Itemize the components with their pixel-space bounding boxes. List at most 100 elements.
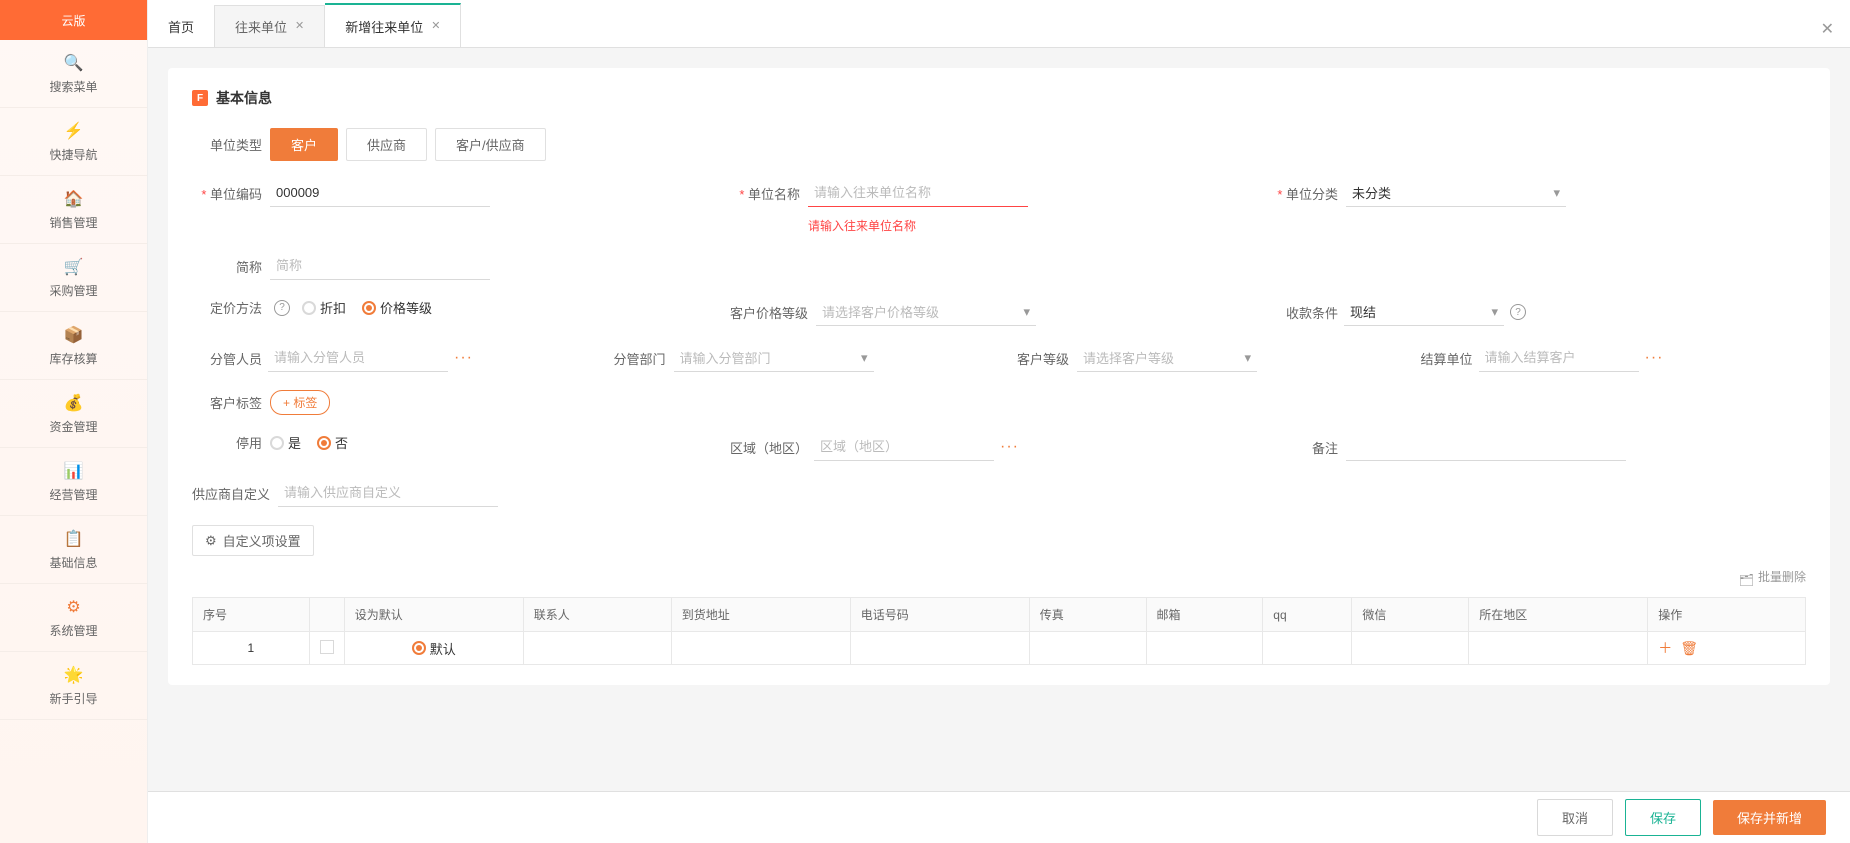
row-action: ＋ 🗑: [1648, 632, 1806, 665]
disabled-yes-radio[interactable]: 是: [270, 433, 301, 452]
sidebar-item-label: 系统管理: [49, 622, 97, 639]
tab-trading-units-label: 往来单位: [235, 17, 287, 36]
sales-icon: 🏠: [63, 188, 85, 210]
unit-type-customer-btn[interactable]: 客户: [270, 128, 338, 161]
customer-price-level-group: 客户价格等级 请选择客户价格等级 ▾: [730, 298, 1268, 326]
sidebar-item-newguide[interactable]: 🌟 新手引导: [0, 652, 147, 720]
sidebar-item-quicknav[interactable]: ⚡ 快捷导航: [0, 108, 147, 176]
row-checkbox[interactable]: [320, 640, 334, 654]
add-row-icon[interactable]: ＋: [1658, 638, 1672, 658]
manager-more-btn[interactable]: ···: [454, 349, 473, 367]
settlement-unit-label: 结算单位: [1403, 349, 1473, 368]
close-new-trading-unit-icon[interactable]: ✕: [431, 21, 440, 32]
settlement-more-btn[interactable]: ···: [1645, 349, 1664, 367]
save-and-new-button[interactable]: 保存并新增: [1713, 800, 1826, 835]
sidebar-item-purchase[interactable]: 🛒 采购管理: [0, 244, 147, 312]
manager-row: 分管人员 ··· 分管部门 请输入分管部门 ▾ 客户等级 请选择客户等级 ▾: [192, 344, 1806, 372]
col-area: 所在地区: [1469, 598, 1648, 632]
payment-info-icon[interactable]: ?: [1510, 304, 1526, 320]
finance-icon: 💰: [63, 392, 85, 414]
region-more-btn[interactable]: ···: [1000, 438, 1019, 456]
unit-name-error: 请输入往来单位名称: [808, 217, 916, 234]
col-contact: 联系人: [523, 598, 671, 632]
chevron-down-icon: ▾: [861, 350, 868, 366]
save-button[interactable]: 保存: [1625, 799, 1701, 836]
tab-home[interactable]: 首页: [148, 5, 215, 47]
pricing-discount-radio[interactable]: 折扣: [302, 298, 346, 317]
sidebar-item-label: 销售管理: [49, 214, 97, 231]
settlement-unit-input[interactable]: [1479, 344, 1639, 372]
main-content: F 基本信息 单位类型 客户 供应商 客户/供应商 单位编码: [148, 48, 1850, 791]
unit-category-select[interactable]: 未分类 ▾: [1346, 179, 1566, 207]
custom-settings-label: 自定义项设置: [223, 531, 301, 550]
disabled-no-radio[interactable]: 否: [317, 433, 348, 452]
customer-level-label: 客户等级: [999, 349, 1069, 368]
unit-name-input[interactable]: [808, 179, 1028, 207]
sidebar-logo: 云版: [0, 0, 147, 40]
customer-level-select[interactable]: 请选择客户等级 ▾: [1077, 344, 1257, 372]
sidebar-item-system[interactable]: ⚙ 系统管理: [0, 584, 147, 652]
yes-radio-circle: [270, 436, 284, 450]
unit-type-supplier-btn[interactable]: 供应商: [346, 128, 427, 161]
col-address: 到货地址: [671, 598, 850, 632]
customer-price-level-label: 客户价格等级: [730, 303, 808, 322]
region-label: 区域（地区）: [730, 438, 808, 457]
row-default-radio[interactable]: 默认: [355, 639, 513, 658]
unit-code-input[interactable]: [270, 179, 490, 207]
payment-terms-group: 收款条件 现结 ▾ ?: [1268, 298, 1806, 326]
add-tag-button[interactable]: + 标签: [270, 390, 330, 415]
table-row: 1 默认: [193, 632, 1806, 665]
col-seq: 序号: [193, 598, 310, 632]
footer-bar: 取消 保存 保存并新增: [148, 791, 1850, 843]
short-name-input[interactable]: [270, 252, 490, 280]
customer-tag-label: 客户标签: [192, 393, 262, 412]
operation-icon: 📊: [63, 460, 85, 482]
row-default-cell: 默认: [344, 632, 523, 665]
sidebar-item-finance[interactable]: 💰 资金管理: [0, 380, 147, 448]
department-select[interactable]: 请输入分管部门 ▾: [674, 344, 874, 372]
cancel-button[interactable]: 取消: [1537, 799, 1613, 836]
pricing-info-icon[interactable]: ?: [274, 300, 290, 316]
tab-new-trading-unit-label: 新增往来单位: [345, 17, 423, 36]
remark-input[interactable]: [1346, 433, 1626, 461]
tab-new-trading-unit[interactable]: 新增往来单位 ✕: [325, 3, 461, 47]
no-label: 否: [335, 433, 348, 452]
region-input[interactable]: [814, 433, 994, 461]
col-fax: 传真: [1029, 598, 1146, 632]
contacts-table: 序号 设为默认 联系人 到货地址 电话号码 传真 邮箱 qq 微信 所在地区 操…: [192, 597, 1806, 665]
payment-terms-select[interactable]: 现结 ▾: [1344, 298, 1504, 326]
payment-terms-label: 收款条件: [1268, 303, 1338, 322]
customer-tag-row: 客户标签 + 标签: [192, 390, 1806, 415]
sidebar-item-search[interactable]: 🔍 搜索菜单: [0, 40, 147, 108]
sidebar-item-basic[interactable]: 📋 基础信息: [0, 516, 147, 584]
search-icon: 🔍: [63, 52, 85, 74]
sidebar-item-label: 采购管理: [49, 282, 97, 299]
unit-type-both-btn[interactable]: 客户/供应商: [435, 128, 546, 161]
default-radio-circle: [412, 641, 426, 655]
unit-code-label: 单位编码: [192, 184, 262, 203]
tab-bar-close-icon[interactable]: ✕: [1821, 19, 1834, 39]
custom-settings-button[interactable]: ⚙ 自定义项设置: [192, 525, 314, 556]
pricing-row: 定价方法 ? 折扣 价格等级 客户价格等级: [192, 298, 1806, 326]
supplier-custom-input[interactable]: [278, 479, 498, 507]
delete-row-icon[interactable]: 🗑: [1680, 640, 1698, 657]
sidebar-item-operation[interactable]: 📊 经营管理: [0, 448, 147, 516]
sidebar-item-sales[interactable]: 🏠 销售管理: [0, 176, 147, 244]
sidebar-item-inventory[interactable]: 📦 库存核算: [0, 312, 147, 380]
close-trading-units-icon[interactable]: ✕: [295, 21, 304, 32]
price-level-radio-circle: [362, 301, 376, 315]
unit-code-group: 单位编码: [192, 179, 730, 207]
basic-icon: 📋: [63, 528, 85, 550]
row-address: [671, 632, 850, 665]
tab-trading-units[interactable]: 往来单位 ✕: [215, 5, 325, 47]
gear-icon: ⚙: [205, 533, 217, 549]
section-title: F 基本信息: [192, 88, 1806, 108]
pricing-level-radio[interactable]: 价格等级: [362, 298, 432, 317]
manager-input[interactable]: [268, 344, 448, 372]
batch-delete-btn[interactable]: 批量删除: [1758, 568, 1806, 585]
customer-price-level-select[interactable]: 请选择客户价格等级 ▾: [816, 298, 1036, 326]
inventory-icon: 📦: [63, 324, 85, 346]
unit-category-group: 单位分类 未分类 ▾: [1268, 179, 1806, 207]
row-seq: 1: [193, 632, 310, 665]
disabled-region-remark-row: 停用 是 否 区域（地区） ···: [192, 433, 1806, 461]
